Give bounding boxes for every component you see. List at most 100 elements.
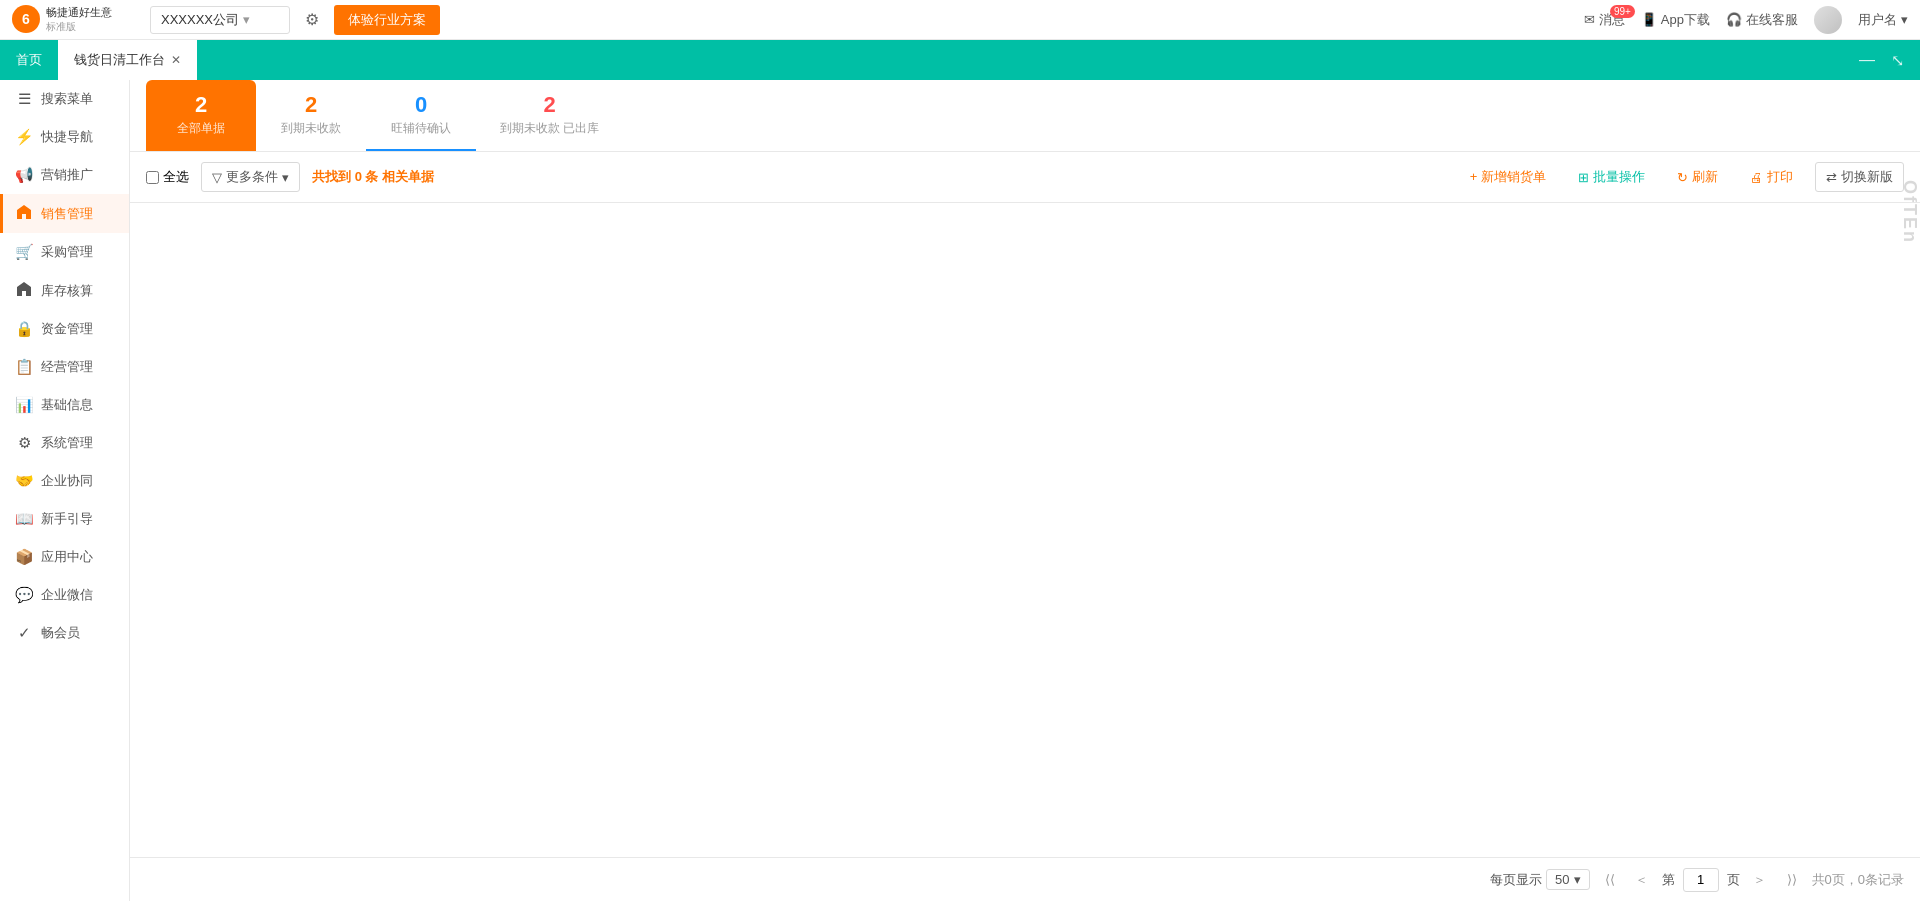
sidebar-label-inventory: 库存核算 bbox=[41, 282, 93, 300]
new-sales-btn[interactable]: + 新增销货单 bbox=[1460, 163, 1556, 191]
sidebar-label-sales: 销售管理 bbox=[41, 205, 93, 223]
tabbar-actions: — ⤡ bbox=[1855, 47, 1920, 74]
stat-tab-overdue-shipped[interactable]: 2 到期未收款 已出库 bbox=[476, 80, 623, 151]
sidebar-item-inventory[interactable]: 库存核算 bbox=[0, 271, 129, 310]
filter-dropdown-icon: ▾ bbox=[282, 170, 289, 185]
sidebar-item-beginner[interactable]: 📖 新手引导 bbox=[0, 500, 129, 538]
sidebar-label-search-menu: 搜索菜单 bbox=[41, 90, 93, 108]
tab-qianhuoriqing[interactable]: 钱货日清工作台 ✕ bbox=[58, 40, 197, 80]
page-input[interactable] bbox=[1683, 868, 1719, 892]
company-dropdown-arrow: ▾ bbox=[243, 12, 250, 27]
logo-area: 6 畅捷通好生意 标准版 bbox=[12, 5, 142, 33]
stat-all-label: 全部单据 bbox=[170, 120, 232, 137]
sidebar-item-operation[interactable]: 📋 经营管理 bbox=[0, 348, 129, 386]
tabbar: 首页 钱货日清工作台 ✕ — ⤡ bbox=[0, 40, 1920, 80]
sidebar-item-enterprise-wechat[interactable]: 💬 企业微信 bbox=[0, 576, 129, 614]
user-name[interactable]: 用户名 ▾ bbox=[1858, 11, 1908, 29]
basic-info-icon: 📊 bbox=[15, 396, 33, 414]
settings-icon[interactable]: ⚙ bbox=[298, 6, 326, 34]
stat-tab-overdue[interactable]: 2 到期未收款 bbox=[256, 80, 366, 151]
purchase-icon: 🛒 bbox=[15, 243, 33, 261]
sidebar-label-quick-nav: 快捷导航 bbox=[41, 128, 93, 146]
topbar-left: 6 畅捷通好生意 标准版 XXXXXX公司 ▾ ⚙ 体验行业方案 bbox=[12, 5, 440, 35]
toolbar-right: + 新增销货单 ⊞ 批量操作 ↻ 刷新 🖨 打印 ⇄ 切换新版 bbox=[1460, 162, 1904, 192]
refresh-icon: ↻ bbox=[1677, 170, 1688, 185]
first-page-btn[interactable]: ⟨⟨ bbox=[1598, 868, 1622, 892]
sidebar: ☰ 搜索菜单 ⚡ 快捷导航 📢 营销推广 销售管理 🛒 采购管理 bbox=[0, 80, 130, 901]
sales-icon bbox=[15, 204, 33, 223]
page-size-box[interactable]: 50 ▾ bbox=[1546, 869, 1589, 890]
found-count: 0 bbox=[355, 169, 362, 184]
sidebar-label-operation: 经营管理 bbox=[41, 358, 93, 376]
search-menu-icon: ☰ bbox=[15, 90, 33, 108]
sidebar-label-system: 系统管理 bbox=[41, 434, 93, 452]
online-service-btn[interactable]: 🎧 在线客服 bbox=[1726, 11, 1798, 29]
sidebar-item-search-menu[interactable]: ☰ 搜索菜单 bbox=[0, 80, 129, 118]
print-icon: 🖨 bbox=[1750, 170, 1763, 185]
stat-overdue-shipped-label: 到期未收款 已出库 bbox=[500, 120, 599, 137]
switch-new-btn[interactable]: ⇄ 切换新版 bbox=[1815, 162, 1904, 192]
sidebar-item-finance[interactable]: 🔒 资金管理 bbox=[0, 310, 129, 348]
operation-icon: 📋 bbox=[15, 358, 33, 376]
sidebar-label-app-center: 应用中心 bbox=[41, 548, 93, 566]
sidebar-label-purchase: 采购管理 bbox=[41, 243, 93, 261]
sidebar-label-finance: 资金管理 bbox=[41, 320, 93, 338]
sidebar-item-sales[interactable]: 销售管理 bbox=[0, 194, 129, 233]
company-selector[interactable]: XXXXXX公司 ▾ bbox=[150, 6, 290, 34]
logo-text: 畅捷通好生意 bbox=[46, 5, 112, 19]
sidebar-item-member[interactable]: ✓ 畅会员 bbox=[0, 614, 129, 652]
prev-page-btn[interactable]: ＜ bbox=[1630, 868, 1654, 892]
app-download-icon: 📱 bbox=[1641, 12, 1657, 27]
sidebar-label-beginner: 新手引导 bbox=[41, 510, 93, 528]
more-filters-btn[interactable]: ▽ 更多条件 ▾ bbox=[201, 162, 300, 192]
stat-tab-all[interactable]: 2 全部单据 bbox=[146, 80, 256, 151]
last-page-btn[interactable]: ⟩⟩ bbox=[1780, 868, 1804, 892]
app-download-btn[interactable]: 📱 App下载 bbox=[1641, 11, 1710, 29]
stat-wangpu-label: 旺辅待确认 bbox=[390, 120, 452, 137]
tab-home[interactable]: 首页 bbox=[0, 40, 58, 80]
toolbar-left: 全选 ▽ 更多条件 ▾ 共找到 0 条 相关单据 bbox=[146, 162, 1448, 192]
company-name: XXXXXX公司 bbox=[161, 11, 239, 29]
quick-nav-icon: ⚡ bbox=[15, 128, 33, 146]
sidebar-label-marketing: 营销推广 bbox=[41, 166, 93, 184]
avatar[interactable] bbox=[1814, 6, 1842, 34]
stat-all-num: 2 bbox=[170, 92, 232, 118]
page-size-value: 50 bbox=[1555, 872, 1569, 887]
sidebar-item-basic-info[interactable]: 📊 基础信息 bbox=[0, 386, 129, 424]
sidebar-item-app-center[interactable]: 📦 应用中心 bbox=[0, 538, 129, 576]
table-area bbox=[130, 203, 1920, 857]
sidebar-item-marketing[interactable]: 📢 营销推广 bbox=[0, 156, 129, 194]
stat-tab-wangpu[interactable]: 0 旺辅待确认 bbox=[366, 80, 476, 151]
sidebar-item-enterprise[interactable]: 🤝 企业协同 bbox=[0, 462, 129, 500]
page-size-selector: 每页显示 50 ▾ bbox=[1490, 869, 1589, 890]
tab-minimize-icon[interactable]: — bbox=[1855, 47, 1879, 73]
batch-ops-icon: ⊞ bbox=[1578, 170, 1589, 185]
enterprise-wechat-icon: 💬 bbox=[15, 586, 33, 604]
user-dropdown-arrow: ▾ bbox=[1901, 12, 1908, 27]
filter-icon: ▽ bbox=[212, 170, 222, 185]
headset-icon: 🎧 bbox=[1726, 12, 1742, 27]
print-btn[interactable]: 🖨 打印 bbox=[1740, 163, 1803, 191]
sidebar-item-system[interactable]: ⚙ 系统管理 bbox=[0, 424, 129, 462]
topbar: 6 畅捷通好生意 标准版 XXXXXX公司 ▾ ⚙ 体验行业方案 ✉ 消息 99… bbox=[0, 0, 1920, 40]
avatar-image bbox=[1814, 6, 1842, 34]
next-page-btn[interactable]: ＞ bbox=[1748, 868, 1772, 892]
page-size-label: 每页显示 bbox=[1490, 871, 1542, 889]
select-all-input[interactable] bbox=[146, 171, 159, 184]
finance-icon: 🔒 bbox=[15, 320, 33, 338]
sidebar-label-member: 畅会员 bbox=[41, 624, 80, 642]
page-size-arrow: ▾ bbox=[1574, 872, 1581, 887]
batch-ops-btn[interactable]: ⊞ 批量操作 bbox=[1568, 163, 1655, 191]
sidebar-item-quick-nav[interactable]: ⚡ 快捷导航 bbox=[0, 118, 129, 156]
tab-maximize-icon[interactable]: ⤡ bbox=[1887, 47, 1908, 74]
sidebar-item-purchase[interactable]: 🛒 采购管理 bbox=[0, 233, 129, 271]
pagination: 每页显示 50 ▾ ⟨⟨ ＜ 第 页 ＞ ⟩⟩ 共0页，0条记录 bbox=[130, 857, 1920, 901]
tab-close-icon[interactable]: ✕ bbox=[171, 53, 181, 67]
stats-tabs: 2 全部单据 2 到期未收款 0 旺辅待确认 2 到期未收款 已出库 bbox=[130, 80, 1920, 152]
trial-button[interactable]: 体验行业方案 bbox=[334, 5, 440, 35]
message-btn[interactable]: ✉ 消息 99+ bbox=[1584, 11, 1625, 29]
refresh-btn[interactable]: ↻ 刷新 bbox=[1667, 163, 1728, 191]
member-icon: ✓ bbox=[15, 624, 33, 642]
select-all-checkbox[interactable]: 全选 bbox=[146, 168, 189, 186]
main-layout: ☰ 搜索菜单 ⚡ 快捷导航 📢 营销推广 销售管理 🛒 采购管理 bbox=[0, 80, 1920, 901]
